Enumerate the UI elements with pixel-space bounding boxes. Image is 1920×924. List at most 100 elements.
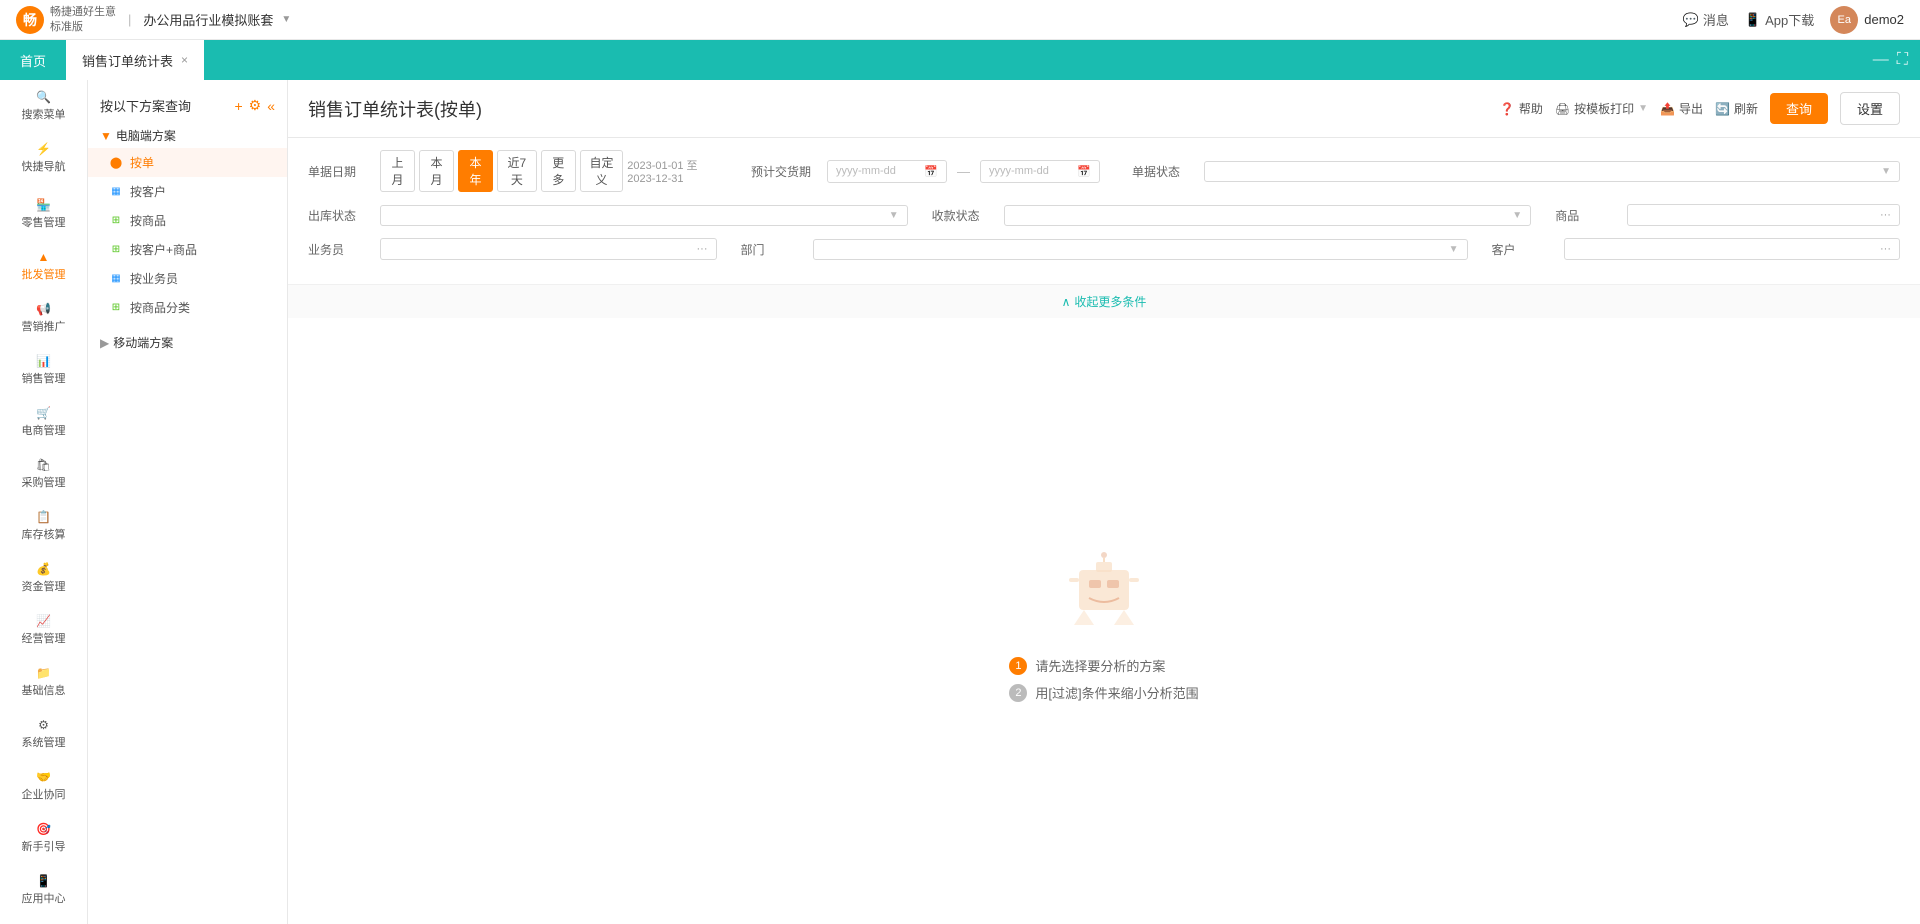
order-status-label: 单据状态 (1132, 163, 1188, 180)
payment-status-select[interactable]: ▼ (1004, 205, 1532, 226)
scheme-grid-icon: ⊞ (108, 213, 124, 229)
sidebar-item-sales[interactable]: 📊 销售管理 (0, 344, 87, 396)
tab-sales-order-stats[interactable]: 销售订单统计表 × (66, 40, 204, 80)
sidebar-item-operations[interactable]: 📈 经营管理 (0, 604, 87, 656)
tabbar-spacer (204, 40, 1861, 80)
date-btn-this-year[interactable]: 本年 (458, 150, 493, 192)
sidebar-item-enterprise[interactable]: 🤝 企业协同 (0, 760, 87, 812)
avatar: Ea (1830, 6, 1858, 34)
panel-collapse-icon[interactable]: « (267, 98, 275, 114)
panel-actions: + ⚙ « (234, 97, 275, 114)
sidebar-item-basic[interactable]: 📁 基础信息 (0, 656, 87, 708)
tab-maximize-icon[interactable]: ⛶ (1897, 51, 1908, 69)
customer-label: 客户 (1492, 241, 1548, 258)
delivery-status-select[interactable]: ▼ (380, 205, 908, 226)
user-name: demo2 (1864, 12, 1904, 27)
tab-home[interactable]: 首页 (0, 40, 66, 80)
sidebar-item-wholesale[interactable]: ▲ 批发管理 (0, 240, 87, 292)
date-btn-7days[interactable]: 近7天 (497, 150, 537, 192)
page-toolbar: ❓ 帮助 🖨 按模板打印 ▼ 📤 导出 🔄 (1500, 92, 1900, 125)
delivery-date-end[interactable]: yyyy-mm-dd 📅 (980, 160, 1100, 183)
newbie-icon: 🎯 (36, 822, 51, 836)
panel-add-icon[interactable]: + (234, 98, 242, 114)
print-button[interactable]: 🖨 按模板打印 ▼ (1555, 100, 1648, 117)
date-btn-custom[interactable]: 自定义 (580, 150, 624, 192)
topbar-left: 畅 畅捷通好生意 标准版 | 办公用品行业模拟账套 ▼ (16, 5, 291, 34)
order-status-select[interactable]: ▼ (1204, 161, 1900, 182)
export-button[interactable]: 📤 导出 (1660, 100, 1703, 117)
sidebar-item-system[interactable]: ⚙ 系统管理 (0, 708, 87, 760)
sidebar-item-apps[interactable]: 📱 应用中心 (0, 864, 87, 916)
tabbar-actions: — ⛶ (1861, 40, 1920, 80)
goods-input[interactable]: ··· (1627, 204, 1900, 226)
empty-tip-1: 1 请先选择要分析的方案 (1009, 656, 1198, 675)
sidebar-item-wechat[interactable]: 💬 企业微信 (0, 916, 87, 924)
payment-status-dropdown-icon: ▼ (1512, 210, 1522, 221)
main-layout: 🔍 搜索菜单 ⚡ 快捷导航 🏪 零售管理 ▲ 批发管理 📢 营销推广 📊 销售管… (0, 80, 1920, 924)
empty-state: 1 请先选择要分析的方案 2 用[过滤]条件来缩小分析范围 (288, 318, 1920, 924)
app-title-dropdown-icon[interactable]: ▼ (281, 14, 291, 25)
filter-row-date: 单据日期 上月 本月 本年 近7天 更多 自定义 2023-01-01 至 20… (308, 150, 1900, 192)
scheme-grid2-icon: ⊞ (108, 242, 124, 258)
panel-settings-icon[interactable]: ⚙ (249, 97, 262, 114)
sidebar-item-marketing[interactable]: 📢 营销推广 (0, 292, 87, 344)
customer-more-icon[interactable]: ··· (1880, 243, 1891, 255)
logo-text: 畅捷通好生意 标准版 (50, 5, 116, 34)
date-btn-this-month[interactable]: 本月 (419, 150, 454, 192)
sidebar-item-quick-nav[interactable]: ⚡ 快捷导航 (0, 132, 87, 184)
filter-row-status: 出库状态 ▼ 收款状态 ▼ 商品 ··· (308, 204, 1900, 226)
help-button[interactable]: ❓ 帮助 (1500, 100, 1543, 117)
salesperson-input[interactable]: ··· (380, 238, 717, 260)
customer-input[interactable]: ··· (1564, 238, 1901, 260)
logo-area: 畅 畅捷通好生意 标准版 (16, 5, 116, 34)
page-title-row: 销售订单统计表(按单) ❓ 帮助 🖨 按模板打印 ▼ 📤 (308, 92, 1900, 125)
sidebar-item-search[interactable]: 🔍 搜索菜单 (0, 80, 87, 132)
scheme-item-by-customer[interactable]: ▦ 按客户 (88, 177, 287, 206)
sidebar-item-ecommerce[interactable]: 🛒 电商管理 (0, 396, 87, 448)
refresh-button[interactable]: 🔄 刷新 (1715, 100, 1758, 117)
search-button[interactable]: 查询 (1770, 93, 1828, 124)
tab-close-icon[interactable]: × (181, 53, 188, 67)
collapse-up-icon: ∧ (1062, 295, 1071, 309)
quick-nav-icon: ⚡ (36, 142, 51, 156)
scheme-circle-icon: ⬤ (108, 155, 124, 171)
message-button[interactable]: 💬 消息 (1683, 10, 1729, 29)
salesperson-more-icon[interactable]: ··· (697, 243, 708, 255)
sidebar-item-finance[interactable]: 💰 资金管理 (0, 552, 87, 604)
scheme-item-by-product[interactable]: ⊞ 按商品 (88, 206, 287, 235)
delivery-date-input-group: yyyy-mm-dd 📅 — yyyy-mm-dd 📅 (827, 160, 1100, 183)
print-dropdown-icon[interactable]: ▼ (1638, 103, 1648, 114)
date-btn-last-month[interactable]: 上月 (380, 150, 415, 192)
panel-header: 按以下方案查询 + ⚙ « (88, 92, 287, 123)
app-download-button[interactable]: 📱 App下载 (1745, 10, 1814, 29)
calendar-start-icon: 📅 (924, 165, 938, 178)
sidebar-item-newbie[interactable]: 🎯 新手引导 (0, 812, 87, 864)
scheme-item-by-order[interactable]: ⬤ 按单 (88, 148, 287, 177)
pc-section-title: ▼ 电脑端方案 (88, 123, 287, 148)
scheme-item-by-staff[interactable]: ▦ 按业务员 (88, 264, 287, 293)
enterprise-icon: 🤝 (36, 770, 51, 784)
delivery-date-start[interactable]: yyyy-mm-dd 📅 (827, 160, 947, 183)
collapse-button[interactable]: ∧ 收起更多条件 (1062, 293, 1147, 310)
sidebar-item-purchase[interactable]: 🛍 采购管理 (0, 448, 87, 500)
settings-button[interactable]: 设置 (1840, 92, 1900, 125)
date-btn-more[interactable]: 更多 (541, 150, 576, 192)
tab-minimize-icon[interactable]: — (1873, 51, 1889, 69)
print-icon: 🖨 (1555, 102, 1570, 116)
filter-area: 单据日期 上月 本月 本年 近7天 更多 自定义 2023-01-01 至 20… (288, 138, 1920, 284)
tip-num-1: 1 (1009, 657, 1027, 675)
operations-icon: 📈 (36, 614, 51, 628)
logo-icon: 畅 (16, 6, 44, 34)
sidebar-item-retail[interactable]: 🏪 零售管理 (0, 188, 87, 240)
empty-illustration (1054, 540, 1154, 640)
page-header: 销售订单统计表(按单) ❓ 帮助 🖨 按模板打印 ▼ 📤 (288, 80, 1920, 138)
filter-row-people: 业务员 ··· 部门 ▼ 客户 ··· (308, 238, 1900, 260)
pc-section-arrow: ▼ (100, 129, 112, 143)
mobile-section-title: ▶ 移动端方案 (88, 330, 287, 355)
goods-more-icon[interactable]: ··· (1880, 209, 1891, 221)
sidebar-item-inventory[interactable]: 📋 库存核算 (0, 500, 87, 552)
department-select[interactable]: ▼ (813, 239, 1468, 260)
scheme-item-by-category[interactable]: ⊞ 按商品分类 (88, 293, 287, 322)
user-area[interactable]: Ea demo2 (1830, 6, 1904, 34)
scheme-item-by-customer-product[interactable]: ⊞ 按客户+商品 (88, 235, 287, 264)
